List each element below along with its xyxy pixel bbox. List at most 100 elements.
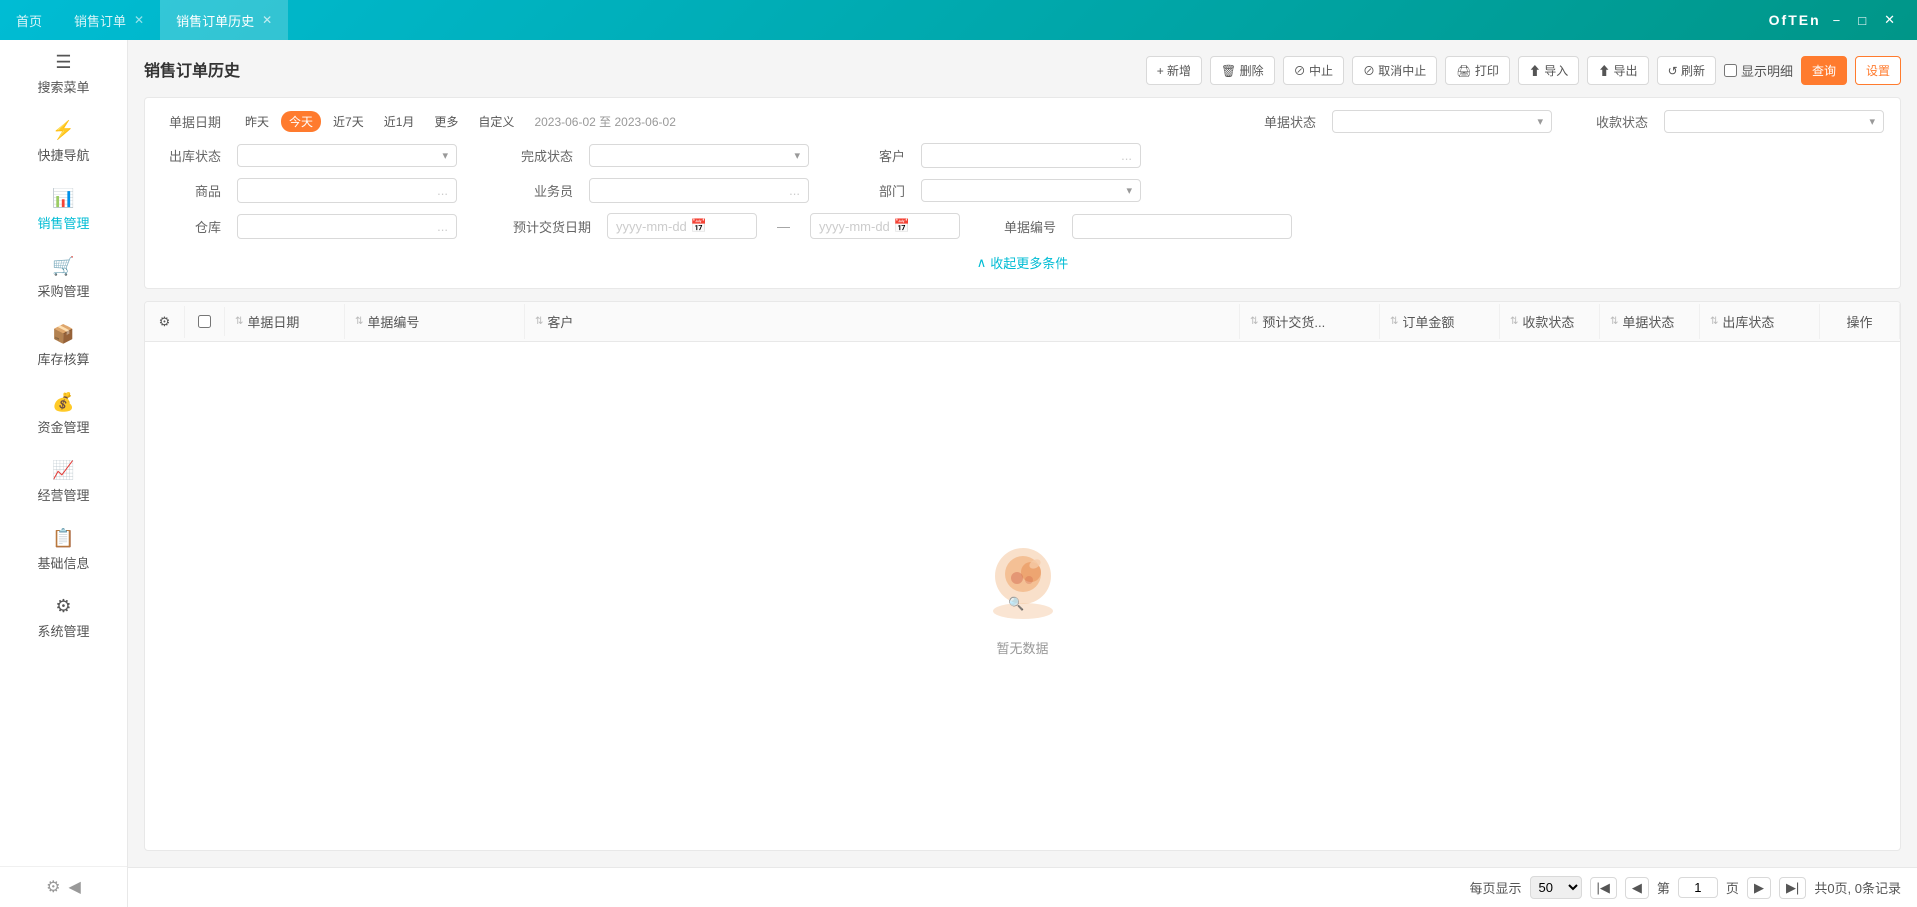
th-delivery-label: 预计交货... [1262,312,1325,331]
sidebar-item-sales-label: 销售管理 [37,213,89,232]
sidebar-item-purchase-label: 采购管理 [37,281,89,300]
th-amount-sort-icon: ⇅ [1390,316,1398,327]
date-shortcut-today[interactable]: 今天 [281,111,321,132]
warehouse-input[interactable]: ... [237,214,457,239]
doc-status-chevron: ▾ [1537,115,1543,128]
sidebar-item-search-menu-label: 搜索菜单 [37,77,89,96]
th-docno[interactable]: ⇅ 单据编号 [345,304,525,339]
sidebar-item-system[interactable]: ⚙ 系统管理 [0,584,127,652]
salesperson-label: 业务员 [513,181,573,200]
delivery-date-to-placeholder: yyyy-mm-dd [819,219,890,234]
stop-button[interactable]: ⊘ 中止 [1283,56,1344,85]
sidebar-item-finance[interactable]: 💰 资金管理 [0,380,127,448]
next-page-btn[interactable]: ▶ [1747,877,1771,899]
sidebar-toggle-icon[interactable]: ◀ [69,877,81,897]
data-table: ⚙ ⇅ 单据日期 ⇅ 单据编号 ⇅ 客户 [144,301,1901,851]
date-shortcut-custom[interactable]: 自定义 [470,111,522,132]
sales-icon: 📊 [52,188,74,209]
th-status[interactable]: ⇅ 单据状态 [1600,304,1700,339]
export-button[interactable]: ⬆ 导出 [1587,56,1648,85]
doc-no-input[interactable] [1072,214,1292,239]
query-button[interactable]: 查询 [1801,56,1847,85]
prev-page-btn[interactable]: ◀ [1625,877,1649,899]
tab-sales-history-close[interactable]: ✕ [262,13,272,27]
delivery-date-from[interactable]: yyyy-mm-dd 📅 [607,213,757,239]
close-btn[interactable]: ✕ [1878,12,1901,28]
minimize-btn[interactable]: − [1827,13,1847,28]
outstock-status-select[interactable]: ▾ [237,144,457,167]
calendar-from-icon[interactable]: 📅 [691,218,707,234]
th-delivery[interactable]: ⇅ 预计交货... [1240,304,1380,339]
delivery-date-to[interactable]: yyyy-mm-dd 📅 [810,213,960,239]
salesperson-input[interactable]: ... [589,178,809,203]
operations-icon: 📈 [52,460,74,481]
customer-input[interactable]: ... [921,143,1141,168]
settings-button[interactable]: 设置 [1855,56,1901,85]
calendar-to-icon[interactable]: 📅 [894,218,910,234]
filter-row-3: 商品 ... 业务员 ... 部门 ▾ [161,178,1884,203]
purchase-icon: 🛒 [52,256,74,277]
delete-button[interactable]: 🗑 删除 [1210,56,1275,85]
sidebar-item-base-info[interactable]: 📋 基础信息 [0,516,127,584]
print-button[interactable]: 🖨 打印 [1445,56,1510,85]
th-receipt[interactable]: ⇅ 收款状态 [1500,304,1600,339]
date-shortcut-1month[interactable]: 近1月 [376,111,423,132]
import-button[interactable]: ⬆ 导入 [1518,56,1579,85]
th-outstock[interactable]: ⇅ 出库状态 [1700,304,1820,339]
est-delivery-label: 预计交货日期 [513,217,591,236]
th-status-label: 单据状态 [1622,312,1674,331]
th-docno-label: 单据编号 [367,312,419,331]
first-page-btn[interactable]: |◀ [1590,877,1617,899]
doc-status-select[interactable]: ▾ [1332,110,1552,133]
sidebar-item-quick-nav[interactable]: ⚡ 快捷导航 [0,108,127,176]
th-settings[interactable]: ⚙ [145,306,185,338]
search-menu-icon: ☰ [55,52,71,73]
th-checkbox[interactable] [185,307,225,336]
date-shortcut-more[interactable]: 更多 [426,111,466,132]
sidebar-item-operations[interactable]: 📈 经营管理 [0,448,127,516]
cancel-stop-button[interactable]: ⊘ 取消中止 [1352,56,1437,85]
th-outstock-sort-icon: ⇅ [1710,316,1718,327]
tab-home[interactable]: 销售订单历史 首页 [0,0,58,40]
th-delivery-sort-icon: ⇅ [1250,316,1258,327]
quick-nav-icon: ⚡ [52,120,74,141]
sidebar-item-search-menu[interactable]: ☰ 搜索菜单 [0,40,127,108]
date-shortcut-yesterday[interactable]: 昨天 [237,111,277,132]
table-body: 🔍 暂无数据 [145,342,1900,850]
per-page-select[interactable]: 20 50 100 [1530,876,1582,899]
select-all-checkbox[interactable] [198,315,211,328]
new-button[interactable]: + 新增 [1146,56,1202,85]
sidebar-item-operations-label: 经营管理 [37,485,89,504]
show-detail-checkbox-label[interactable]: 显示明细 [1724,61,1793,80]
table-header: ⚙ ⇅ 单据日期 ⇅ 单据编号 ⇅ 客户 [145,302,1900,342]
th-amount[interactable]: ⇅ 订单金额 [1380,304,1500,339]
maximize-btn[interactable]: □ [1852,13,1872,28]
tab-sales-history[interactable]: 销售订单历史 ✕ [160,0,288,40]
goods-input[interactable]: ... [237,178,457,203]
collapse-more-btn[interactable]: ∧ 收起更多条件 [161,249,1884,276]
empty-illustration: 🔍 [973,536,1073,626]
last-page-btn[interactable]: ▶| [1779,877,1806,899]
tab-sales-order-close[interactable]: ✕ [134,13,144,27]
collapse-more-label: 收起更多条件 [990,253,1068,272]
sidebar: ☰ 搜索菜单 ⚡ 快捷导航 📊 销售管理 🛒 采购管理 📦 库存核算 💰 资金管… [0,40,128,907]
sidebar-item-sales[interactable]: 📊 销售管理 [0,176,127,244]
department-select[interactable]: ▾ [921,179,1141,202]
sidebar-settings-icon[interactable]: ⚙ [46,877,60,897]
date-filter-label: 单据日期 [161,112,221,131]
page-number-input[interactable]: 1 [1678,877,1718,898]
tab-sales-order[interactable]: 销售订单 ✕ [58,0,160,40]
show-detail-checkbox[interactable] [1724,64,1737,77]
sidebar-item-inventory[interactable]: 📦 库存核算 [0,312,127,380]
refresh-button[interactable]: ↺ 刷新 [1657,56,1716,85]
th-date[interactable]: ⇅ 单据日期 [225,304,345,339]
tab-bar: 销售订单历史 首页 销售订单 ✕ 销售订单历史 ✕ [0,0,1753,40]
receipt-status-select[interactable]: ▾ [1664,110,1884,133]
th-customer[interactable]: ⇅ 客户 [525,304,1240,339]
complete-status-chevron: ▾ [794,149,800,162]
complete-status-select[interactable]: ▾ [589,144,809,167]
date-shortcut-7days[interactable]: 近7天 [325,111,372,132]
th-action: 操作 [1820,304,1900,339]
date-filter-group: 昨天 今天 近7天 近1月 更多 自定义 2023-06-02 至 2023-0… [237,111,1200,132]
sidebar-item-purchase[interactable]: 🛒 采购管理 [0,244,127,312]
